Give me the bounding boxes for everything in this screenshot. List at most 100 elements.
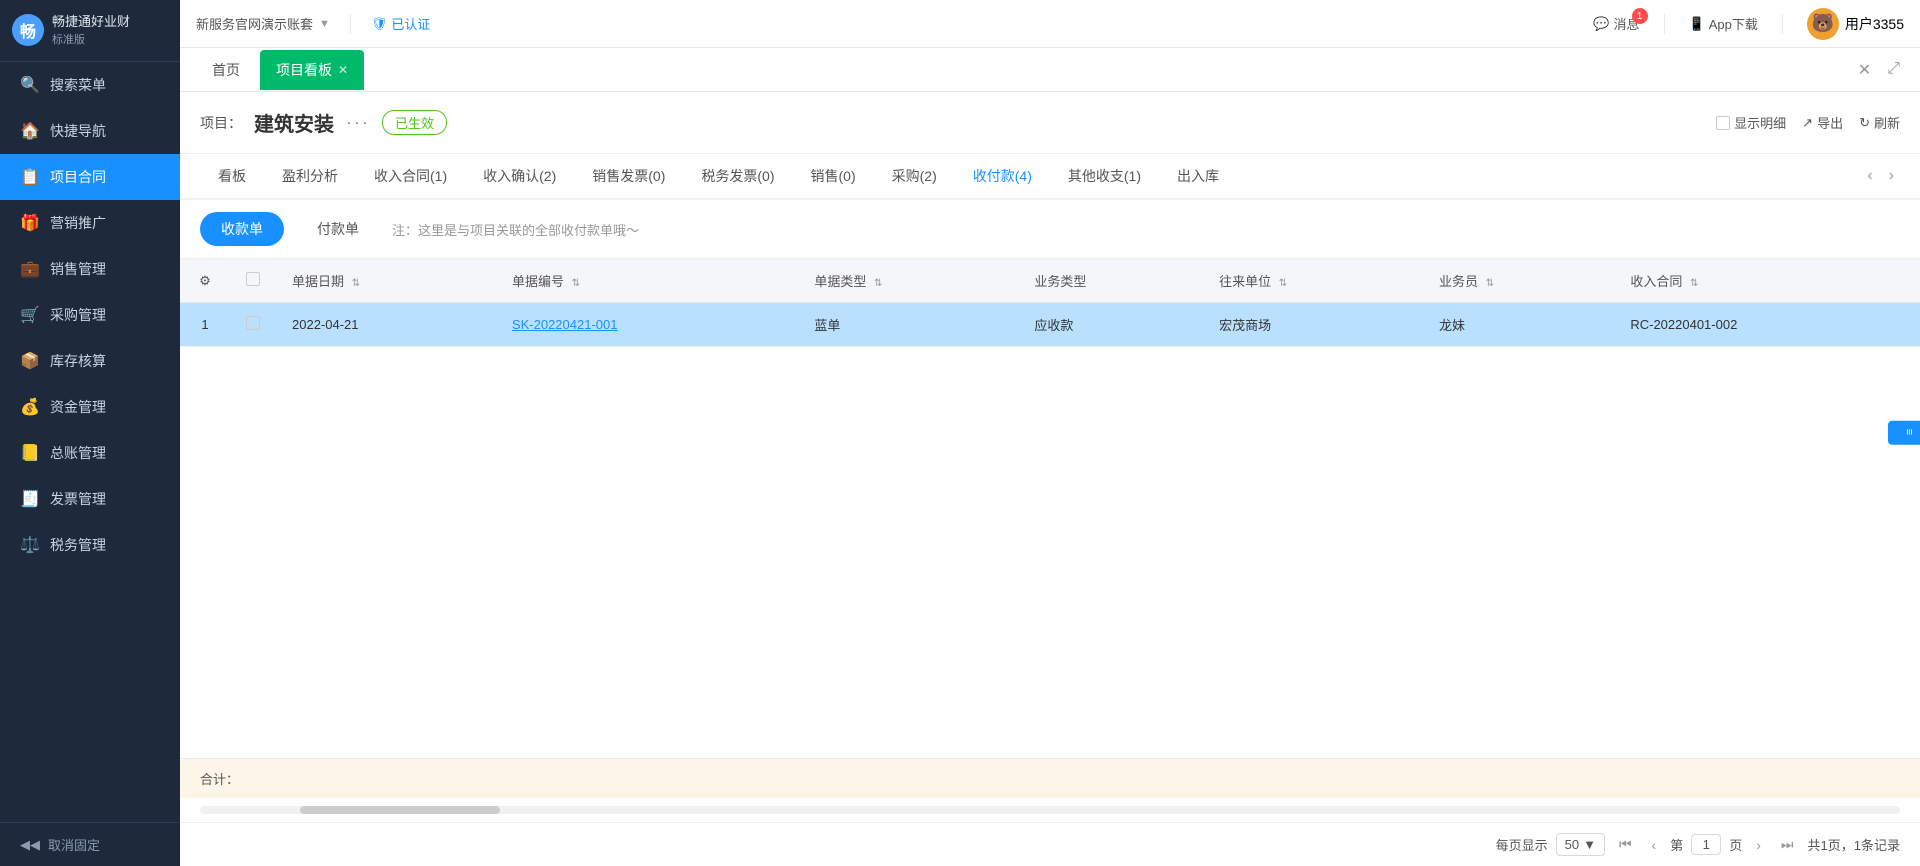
sidebar-item-ledger[interactable]: 📒 总账管理: [0, 430, 180, 476]
cell-type: 蓝单: [798, 303, 1018, 347]
close-icon[interactable]: ✕: [338, 63, 348, 77]
horizontal-scrollbar[interactable]: [180, 798, 1920, 822]
cell-check[interactable]: [230, 303, 276, 347]
pagination-total-info: 共1页，1条记录: [1808, 835, 1900, 854]
message-button[interactable]: 💬 消息 1: [1593, 14, 1639, 33]
refresh-button[interactable]: ↻ 刷新: [1859, 113, 1900, 132]
table-row[interactable]: 1 2022-04-21 SK-20220421-001 蓝单 应收款 宏茂商场…: [180, 303, 1920, 347]
more-options-button[interactable]: ···: [346, 112, 370, 133]
sidebar-label-quick-nav: 快捷导航: [50, 121, 106, 141]
user-menu[interactable]: 🐻 用户3355: [1807, 8, 1904, 40]
sub-tab-tax-invoice[interactable]: 税务发票(0): [683, 154, 792, 200]
tabs-right-actions: ✕ ⤢: [1854, 56, 1904, 84]
maximize-button[interactable]: ⤢: [1883, 56, 1904, 84]
sidebar-item-capital[interactable]: 💰 资金管理: [0, 384, 180, 430]
cell-salesman: 龙妹: [1423, 303, 1614, 347]
table-footer-total: 合计：: [180, 758, 1920, 798]
sub-tab-profit[interactable]: 盈利分析: [264, 154, 356, 200]
sidebar-item-quick-nav[interactable]: 🏠 快捷导航: [0, 108, 180, 154]
show-detail-toggle[interactable]: 显示明细: [1716, 113, 1786, 132]
sidebar-nav: 🔍 搜索菜单 🏠 快捷导航 📋 项目合同 🎁 营销推广 💼 销售管理 🛒 采购管…: [0, 62, 180, 822]
sub-tab-sales[interactable]: 销售(0): [793, 154, 874, 200]
receipt-tab-button[interactable]: 收款单: [200, 212, 284, 246]
col-partner[interactable]: 往来单位 ⇅: [1203, 259, 1423, 303]
sub-tab-receipts[interactable]: 收付款(4): [955, 154, 1050, 200]
shield-icon: 🛡: [371, 16, 388, 32]
cell-biz-type: 应收款: [1018, 303, 1203, 347]
row-checkbox[interactable]: [246, 316, 260, 330]
close-window-button[interactable]: ✕: [1854, 56, 1875, 84]
sidebar-icon-ledger: 📒: [20, 443, 40, 463]
inner-tabs-bar: 收款单 付款单 注：这里是与项目关联的全部收付款单哦～: [180, 200, 1920, 259]
account-name: 新服务官网演示账套: [196, 14, 313, 33]
tab-project-board-label: 项目看板: [276, 60, 332, 80]
pagination-last-button[interactable]: ⏭: [1775, 834, 1800, 855]
col-salesman[interactable]: 业务员 ⇅: [1423, 259, 1614, 303]
sub-tab-in-out[interactable]: 出入库: [1159, 154, 1237, 200]
col-number[interactable]: 单据编号 ⇅: [496, 259, 798, 303]
sort-arrows-date: ⇅: [352, 278, 360, 289]
scrollbar-track: [200, 806, 1900, 814]
sidebar-item-invoice[interactable]: 🧾 发票管理: [0, 476, 180, 522]
pagination-prev-button[interactable]: ‹: [1646, 835, 1663, 855]
topbar-divider-2: [1664, 14, 1665, 34]
cell-partner: 宏茂商场: [1203, 303, 1423, 347]
sub-tabs-next-icon[interactable]: ›: [1883, 163, 1900, 189]
right-quick-action-button[interactable]: ≡: [1888, 421, 1920, 445]
per-page-select[interactable]: 50 ▼: [1556, 833, 1605, 856]
col-setting[interactable]: ⚙: [180, 259, 230, 303]
project-header: 项目： 建筑安装 ··· 已生效 显示明细 ↗ 导出 ↻ 刷新: [180, 92, 1920, 154]
account-selector[interactable]: 新服务官网演示账套 ▼: [196, 14, 330, 33]
total-label: 合计：: [200, 772, 239, 787]
topbar-divider-1: [350, 14, 351, 34]
sub-tabs-prev-icon[interactable]: ‹: [1861, 163, 1878, 189]
sidebar-item-purchase[interactable]: 🛒 采购管理: [0, 292, 180, 338]
sub-tab-income-confirm[interactable]: 收入确认(2): [465, 154, 574, 200]
col-date[interactable]: 单据日期 ⇅: [276, 259, 496, 303]
sub-tabs-nav: ‹ ›: [1861, 163, 1900, 189]
sidebar-item-sales[interactable]: 💼 销售管理: [0, 246, 180, 292]
sidebar-item-inventory[interactable]: 📦 库存核算: [0, 338, 180, 384]
tab-project-board[interactable]: 项目看板 ✕: [260, 50, 364, 90]
certified-badge: 🛡 已认证: [371, 14, 431, 33]
project-actions: 显示明细 ↗ 导出 ↻ 刷新: [1716, 113, 1900, 132]
sidebar-icon-invoice: 🧾: [20, 489, 40, 509]
sidebar-cancel-pin[interactable]: ◀◀ 取消固定: [0, 822, 180, 866]
payment-tab-button[interactable]: 付款单: [296, 212, 380, 246]
app-download-button[interactable]: 📱 App下载: [1689, 14, 1758, 33]
receipts-table: ⚙ 单据日期 ⇅ 单据编号 ⇅ 单据类型 ⇅ 业务类型 往来单位 ⇅ 业务员 ⇅…: [180, 259, 1920, 347]
col-income-contract[interactable]: 收入合同 ⇅: [1614, 259, 1920, 303]
sub-tab-other-income[interactable]: 其他收支(1): [1050, 154, 1159, 200]
sub-tab-purchase[interactable]: 采购(2): [874, 154, 955, 200]
topbar: 新服务官网演示账套 ▼ 🛡 已认证 💬 消息 1 📱 App下载 🐻 用户335…: [180, 0, 1920, 48]
cancel-pin-label: 取消固定: [48, 835, 100, 854]
show-detail-label: 显示明细: [1734, 113, 1786, 132]
avatar: 🐻: [1807, 8, 1839, 40]
sidebar: 畅 畅捷通好业财 标准版 🔍 搜索菜单 🏠 快捷导航 📋 项目合同 🎁 营销推广…: [0, 0, 180, 866]
sidebar-app-subtitle: 标准版: [52, 31, 130, 47]
sidebar-icon-purchase: 🛒: [20, 305, 40, 325]
export-icon: ↗: [1802, 115, 1813, 131]
sub-tabs-bar: 看板 盈利分析 收入合同(1) 收入确认(2) 销售发票(0) 税务发票(0) …: [180, 154, 1920, 200]
sidebar-item-project-contract[interactable]: 📋 项目合同: [0, 154, 180, 200]
sub-tab-board[interactable]: 看板: [200, 154, 264, 200]
sidebar-item-tax[interactable]: ⚖️ 税务管理: [0, 522, 180, 568]
pagination-first-button[interactable]: ⏮: [1613, 834, 1638, 855]
cell-number[interactable]: SK-20220421-001: [496, 303, 798, 347]
select-all-checkbox[interactable]: [246, 272, 260, 286]
sub-tab-income-contract[interactable]: 收入合同(1): [356, 154, 465, 200]
scrollbar-thumb[interactable]: [300, 806, 500, 814]
sidebar-label-search: 搜索菜单: [50, 75, 106, 95]
tab-home[interactable]: 首页: [196, 50, 256, 90]
sidebar-item-search[interactable]: 🔍 搜索菜单: [0, 62, 180, 108]
export-button[interactable]: ↗ 导出: [1802, 113, 1843, 132]
sort-arrows-type: ⇅: [874, 278, 882, 289]
sub-tab-sales-invoice[interactable]: 销售发票(0): [574, 154, 683, 200]
sort-arrows-salesman: ⇅: [1486, 278, 1494, 289]
sidebar-item-marketing[interactable]: 🎁 营销推广: [0, 200, 180, 246]
project-status-badge: 已生效: [382, 110, 447, 135]
pagination-next-button[interactable]: ›: [1750, 835, 1767, 855]
col-type[interactable]: 单据类型 ⇅: [798, 259, 1018, 303]
sidebar-label-ledger: 总账管理: [50, 443, 106, 463]
certified-label: 已认证: [391, 14, 430, 33]
